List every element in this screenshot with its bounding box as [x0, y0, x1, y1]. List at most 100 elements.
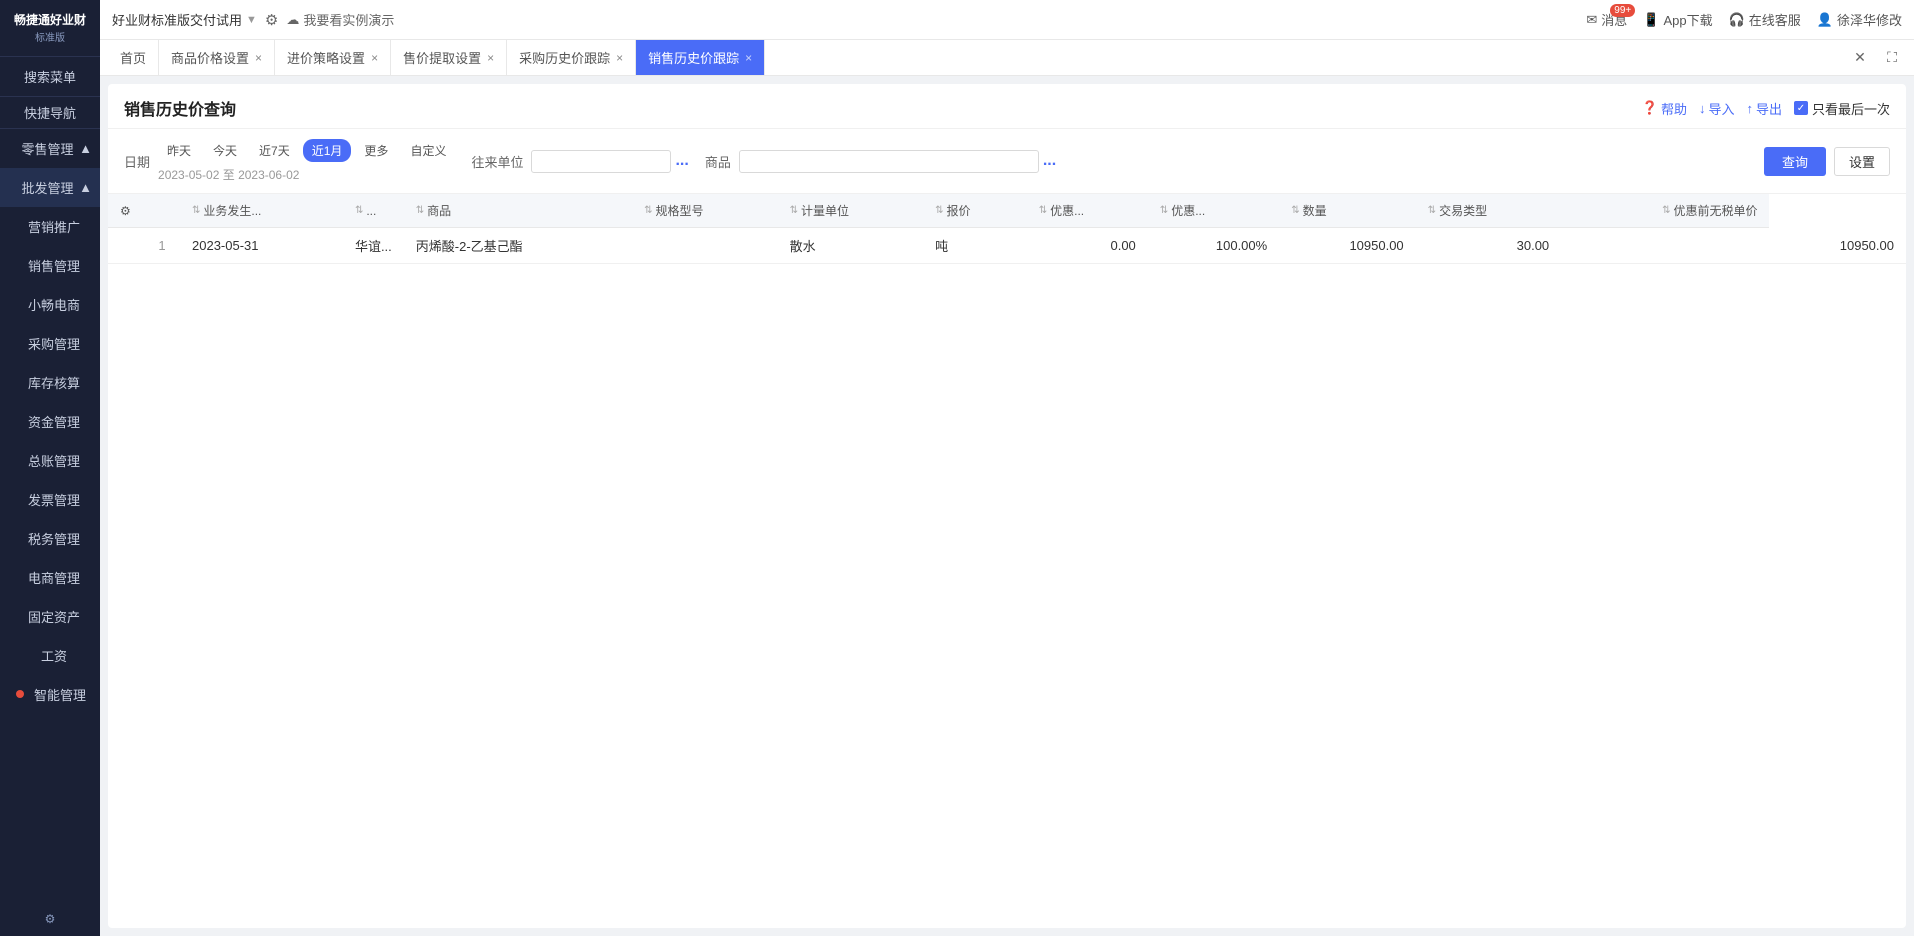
app-selector-label: 好业财标准版交付试用 [112, 10, 242, 29]
help-link[interactable]: ❓ 帮助 [1642, 99, 1687, 118]
sidebar-item-invoice[interactable]: 发票管理 [0, 480, 100, 519]
tab-sales-history[interactable]: 销售历史价跟踪 × [636, 40, 765, 76]
sidebar-settings-button[interactable]: ⚙ [0, 902, 100, 936]
th-dots[interactable]: ⇅ ... [343, 194, 404, 228]
sidebar-item-tax[interactable]: 税务管理 [0, 519, 100, 558]
th-pretax-price[interactable]: ⇅ 优惠前无税单价 [1561, 194, 1769, 228]
product-filter-label: 商品 [705, 152, 731, 171]
sidebar-item-retail[interactable]: 零售管理 ▲ [0, 129, 100, 168]
sidebar-item-smart[interactable]: 智能管理 [0, 675, 100, 714]
topbar-left: 好业财标准版交付试用 ▼ ⚙ ☁ 我要看实例演示 [112, 10, 1574, 29]
tab-home-label: 首页 [120, 48, 146, 67]
source-dots-button[interactable]: ... [675, 152, 688, 170]
row-discount-val-cell: 10950.00 [1279, 228, 1415, 264]
import-link[interactable]: ↓ 导入 [1699, 99, 1735, 118]
th-discount-pct[interactable]: ⇅ 优惠... [1027, 194, 1148, 228]
tab-sale-price-extract[interactable]: 售价提取设置 × [391, 40, 507, 76]
sidebar-item-wholesale[interactable]: 批发管理 ▲ [0, 168, 100, 207]
tab-purchase-history-close-icon[interactable]: × [616, 51, 623, 65]
sidebar-item-payroll[interactable]: 工资 [0, 636, 100, 675]
tab-purchase-strategy-close-icon[interactable]: × [371, 51, 378, 65]
query-button[interactable]: 查询 [1764, 147, 1826, 176]
demo-button[interactable]: ☁ 我要看实例演示 [286, 10, 394, 29]
row-discount-pct-cell: 100.00% [1148, 228, 1279, 264]
dropdown-arrow-icon: ▼ [246, 14, 257, 26]
user-menu-button[interactable]: 👤 徐泽华修改 [1817, 10, 1902, 29]
tab-close-button[interactable]: ✕ [1846, 44, 1874, 72]
product-dots-button[interactable]: ... [1043, 152, 1056, 170]
only-last-checkbox[interactable]: ✓ 只看最后一次 [1794, 99, 1890, 118]
page-header: 销售历史价查询 ❓ 帮助 ↓ 导入 ↑ 导出 ✓ 只看最后一次 [108, 84, 1906, 129]
th-unit[interactable]: ⇅ 计量单位 [778, 194, 924, 228]
sidebar: 畅捷通好业财 标准版 搜索菜单 快捷导航 零售管理 ▲ 批发管理 ▲ 营销推广 … [0, 0, 100, 936]
date-btn-more[interactable]: 更多 [355, 139, 397, 162]
row-quantity-cell: 30.00 [1416, 228, 1562, 264]
date-btn-7days[interactable]: 近7天 [250, 139, 299, 162]
sort-spec-icon: ⇅ [644, 205, 652, 216]
source-filter-group: 往来单位 ... [471, 150, 688, 173]
main-area: 好业财标准版交付试用 ▼ ⚙ ☁ 我要看实例演示 ✉ 消息 99+ 📱 App下… [100, 0, 1914, 936]
date-btn-today[interactable]: 今天 [204, 139, 246, 162]
gear-header-icon[interactable]: ⚙ [120, 204, 131, 218]
sidebar-quick-nav[interactable]: 快捷导航 [0, 97, 100, 129]
tab-expand-button[interactable]: ⛶ [1878, 44, 1906, 72]
source-input-group: ... [531, 150, 688, 173]
table-header-row: ⚙ ⇅ 业务发生... ⇅ [108, 194, 1906, 228]
row-measure-cell: 吨 [923, 228, 1027, 264]
th-tx-type[interactable]: ⇅ 交易类型 [1416, 194, 1562, 228]
tab-sale-price-extract-close-icon[interactable]: × [487, 51, 494, 65]
export-label: 导出 [1756, 99, 1782, 118]
sidebar-item-marketing[interactable]: 营销推广 [0, 207, 100, 246]
page-content: 销售历史价查询 ❓ 帮助 ↓ 导入 ↑ 导出 ✓ 只看最后一次 [108, 84, 1906, 928]
help-label: 帮助 [1661, 99, 1687, 118]
table-row: 1 2023-05-31 华谊... 丙烯酸-2-乙基己酯 散水 吨 0.00 … [108, 228, 1906, 264]
date-btn-yesterday[interactable]: 昨天 [158, 139, 200, 162]
tab-sales-history-close-icon[interactable]: × [745, 51, 752, 65]
row-unit-cell: 散水 [778, 228, 924, 264]
online-service-label: 在线客服 [1749, 10, 1801, 29]
tab-product-price-close-icon[interactable]: × [255, 51, 262, 65]
sidebar-item-fixed-assets[interactable]: 固定资产 [0, 597, 100, 636]
th-spec[interactable]: ⇅ 规格型号 [632, 194, 778, 228]
app-download-button[interactable]: 📱 App下载 [1643, 10, 1712, 29]
row-spec-cell [632, 228, 778, 264]
settings-button[interactable]: 设置 [1834, 147, 1890, 176]
app-selector-dropdown[interactable]: 好业财标准版交付试用 ▼ [112, 10, 257, 29]
date-range-display: 2023-05-02 至 2023-06-02 [158, 166, 455, 183]
table-wrap: ⚙ ⇅ 业务发生... ⇅ [108, 194, 1906, 928]
row-gear-cell [108, 228, 144, 264]
sidebar-item-finance[interactable]: 资金管理 [0, 402, 100, 441]
source-input[interactable] [531, 150, 671, 173]
tab-purchase-strategy-label: 进价策略设置 [287, 48, 365, 67]
sidebar-item-ecommerce[interactable]: 小畅电商 [0, 285, 100, 324]
import-icon: ↓ [1699, 101, 1706, 116]
only-last-label: 只看最后一次 [1812, 99, 1890, 118]
th-price[interactable]: ⇅ 报价 [923, 194, 1027, 228]
th-business-date[interactable]: ⇅ 业务发生... [180, 194, 343, 228]
online-service-button[interactable]: 🎧 在线客服 [1729, 10, 1801, 29]
help-icon: ❓ [1642, 100, 1658, 116]
sidebar-search[interactable]: 搜索菜单 [0, 57, 100, 97]
date-btn-custom[interactable]: 自定义 [401, 139, 455, 162]
sidebar-item-ecommerce2[interactable]: 电商管理 [0, 558, 100, 597]
sidebar-item-ledger[interactable]: 总账管理 [0, 441, 100, 480]
export-link[interactable]: ↑ 导出 [1746, 99, 1782, 118]
sidebar-item-sales[interactable]: 销售管理 [0, 246, 100, 285]
product-input[interactable] [739, 150, 1039, 173]
sidebar-item-inventory[interactable]: 库存核算 [0, 363, 100, 402]
tabbar-actions: ✕ ⛶ [1846, 44, 1906, 72]
date-btn-1month[interactable]: 近1月 [303, 139, 352, 162]
sidebar-item-purchase[interactable]: 采购管理 [0, 324, 100, 363]
tab-product-price[interactable]: 商品价格设置 × [159, 40, 275, 76]
tab-purchase-strategy[interactable]: 进价策略设置 × [275, 40, 391, 76]
import-label: 导入 [1708, 99, 1734, 118]
tab-purchase-history[interactable]: 采购历史价跟踪 × [507, 40, 636, 76]
tab-sales-history-label: 销售历史价跟踪 [648, 48, 739, 67]
th-discount-val[interactable]: ⇅ 优惠... [1148, 194, 1279, 228]
messages-button[interactable]: ✉ 消息 99+ [1586, 10, 1627, 29]
tab-home[interactable]: 首页 [108, 40, 159, 76]
filter-actions: 查询 设置 [1764, 147, 1890, 176]
th-quantity[interactable]: ⇅ 数量 [1279, 194, 1415, 228]
topbar-gear-icon[interactable]: ⚙ [265, 11, 278, 29]
th-product[interactable]: ⇅ 商品 [404, 194, 632, 228]
